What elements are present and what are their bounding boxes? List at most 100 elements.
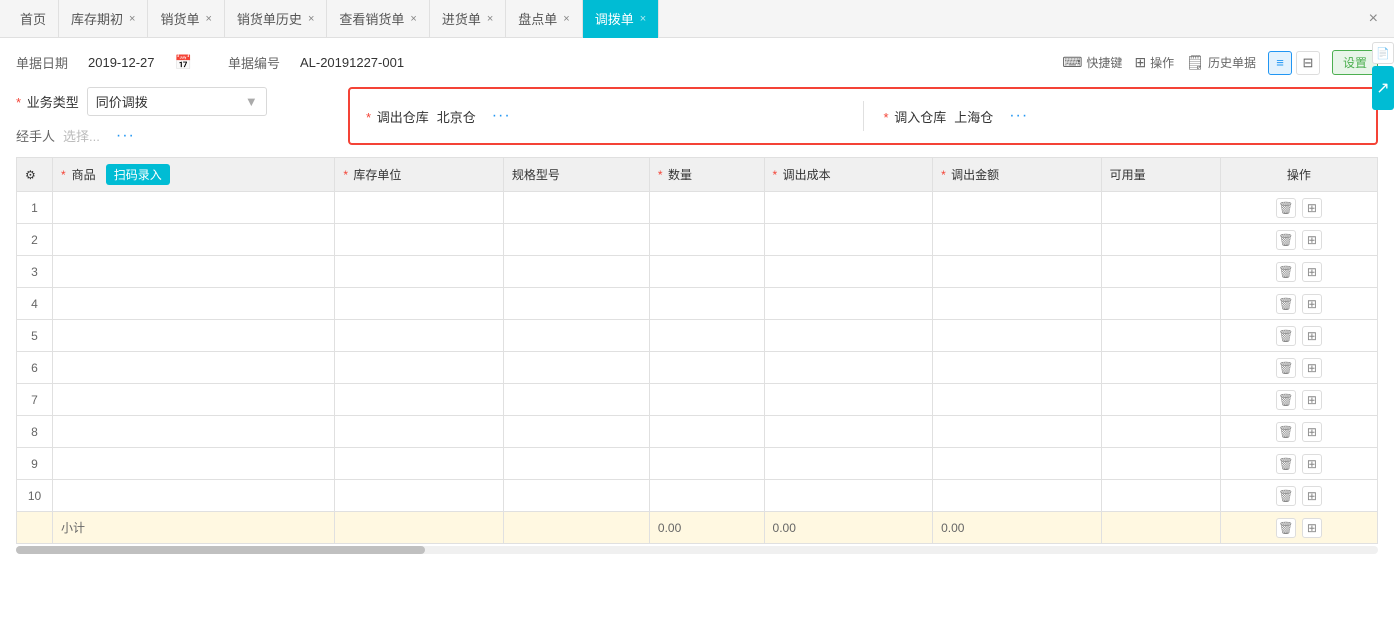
tab-stocktake[interactable]: 盘点单 ×	[506, 0, 582, 38]
tab-view-sales[interactable]: 查看销货单 ×	[327, 0, 429, 38]
row-2-amount[interactable]	[933, 224, 1102, 256]
row-4-amount[interactable]	[933, 288, 1102, 320]
row-7-spec[interactable]	[503, 384, 649, 416]
row-1-delete-btn[interactable]: 🗑	[1276, 198, 1296, 218]
row-6-delete-btn[interactable]: 🗑	[1276, 358, 1296, 378]
row-3-available[interactable]	[1101, 256, 1220, 288]
row-7-delete-btn[interactable]: 🗑	[1276, 390, 1296, 410]
row-3-unit[interactable]	[335, 256, 504, 288]
tab-sales-history-close[interactable]: ×	[308, 13, 314, 25]
tab-stocktake-close[interactable]: ×	[563, 13, 569, 25]
row-8-available[interactable]	[1101, 416, 1220, 448]
row-8-unit[interactable]	[335, 416, 504, 448]
subtotal-copy-btn[interactable]: ⊞	[1302, 518, 1322, 538]
tab-inventory-init[interactable]: 库存期初 ×	[59, 0, 148, 38]
row-3-delete-btn[interactable]: 🗑	[1276, 262, 1296, 282]
operator-more-btn[interactable]: ···	[116, 127, 135, 145]
row-3-product[interactable]	[53, 256, 335, 288]
tab-home[interactable]: 首页	[8, 0, 59, 38]
row-7-unit[interactable]	[335, 384, 504, 416]
row-5-product[interactable]	[53, 320, 335, 352]
tab-purchase-order[interactable]: 进货单 ×	[430, 0, 506, 38]
row-9-unit[interactable]	[335, 448, 504, 480]
row-10-unit[interactable]	[335, 480, 504, 512]
row-10-product[interactable]	[53, 480, 335, 512]
business-type-select[interactable]: 同价调拨 ▼	[87, 87, 267, 116]
row-5-spec[interactable]	[503, 320, 649, 352]
row-6-quantity[interactable]	[649, 352, 764, 384]
row-5-amount[interactable]	[933, 320, 1102, 352]
row-3-copy-btn[interactable]: ⊞	[1302, 262, 1322, 282]
row-6-available[interactable]	[1101, 352, 1220, 384]
th-gear[interactable]: ⚙	[17, 158, 53, 192]
row-1-product[interactable]	[53, 192, 335, 224]
row-10-spec[interactable]	[503, 480, 649, 512]
row-8-delete-btn[interactable]: 🗑	[1276, 422, 1296, 442]
row-4-unit[interactable]	[335, 288, 504, 320]
row-6-spec[interactable]	[503, 352, 649, 384]
scan-button[interactable]: 扫码录入	[106, 164, 170, 185]
row-7-available[interactable]	[1101, 384, 1220, 416]
row-9-product[interactable]	[53, 448, 335, 480]
row-8-amount[interactable]	[933, 416, 1102, 448]
row-1-copy-btn[interactable]: ⊞	[1302, 198, 1322, 218]
row-2-delete-btn[interactable]: 🗑	[1276, 230, 1296, 250]
tab-transfer[interactable]: 调拨单 ×	[583, 0, 659, 38]
global-close-button[interactable]: ×	[1361, 10, 1386, 28]
row-1-unit[interactable]	[335, 192, 504, 224]
grid-view-icon[interactable]: ⊟	[1296, 51, 1320, 75]
row-2-product[interactable]	[53, 224, 335, 256]
row-7-amount[interactable]	[933, 384, 1102, 416]
bottom-scrollbar[interactable]	[16, 546, 1378, 554]
row-1-available[interactable]	[1101, 192, 1220, 224]
row-10-available[interactable]	[1101, 480, 1220, 512]
row-2-spec[interactable]	[503, 224, 649, 256]
row-6-copy-btn[interactable]: ⊞	[1302, 358, 1322, 378]
tab-sales-order[interactable]: 销货单 ×	[148, 0, 224, 38]
row-1-quantity[interactable]	[649, 192, 764, 224]
row-7-quantity[interactable]	[649, 384, 764, 416]
row-4-quantity[interactable]	[649, 288, 764, 320]
row-10-amount[interactable]	[933, 480, 1102, 512]
row-3-cost[interactable]	[764, 256, 933, 288]
row-5-available[interactable]	[1101, 320, 1220, 352]
row-4-spec[interactable]	[503, 288, 649, 320]
row-9-quantity[interactable]	[649, 448, 764, 480]
operator-input[interactable]: 选择...	[63, 126, 100, 145]
row-2-cost[interactable]	[764, 224, 933, 256]
row-9-spec[interactable]	[503, 448, 649, 480]
row-8-spec[interactable]	[503, 416, 649, 448]
tab-sales-history[interactable]: 销货单历史 ×	[225, 0, 327, 38]
row-2-available[interactable]	[1101, 224, 1220, 256]
subtotal-delete-btn[interactable]: 🗑	[1276, 518, 1296, 538]
tab-sales-order-close[interactable]: ×	[205, 13, 211, 25]
row-6-amount[interactable]	[933, 352, 1102, 384]
row-3-amount[interactable]	[933, 256, 1102, 288]
row-9-amount[interactable]	[933, 448, 1102, 480]
tab-inventory-init-close[interactable]: ×	[129, 13, 135, 25]
row-8-quantity[interactable]	[649, 416, 764, 448]
row-4-available[interactable]	[1101, 288, 1220, 320]
row-9-copy-btn[interactable]: ⊞	[1302, 454, 1322, 474]
row-5-cost[interactable]	[764, 320, 933, 352]
row-5-quantity[interactable]	[649, 320, 764, 352]
row-5-delete-btn[interactable]: 🗑	[1276, 326, 1296, 346]
row-7-cost[interactable]	[764, 384, 933, 416]
sidebar-expand-btn[interactable]: ↗	[1372, 66, 1394, 110]
row-10-quantity[interactable]	[649, 480, 764, 512]
row-7-copy-btn[interactable]: ⊞	[1302, 390, 1322, 410]
shortcuts-btn[interactable]: ⌨ 快捷键	[1062, 54, 1122, 71]
history-btn[interactable]: 🗒 历史单据	[1186, 54, 1256, 71]
date-picker-icon[interactable]: 📅	[175, 54, 192, 71]
row-6-cost[interactable]	[764, 352, 933, 384]
row-8-cost[interactable]	[764, 416, 933, 448]
source-warehouse-more-btn[interactable]: ···	[492, 107, 511, 125]
row-1-spec[interactable]	[503, 192, 649, 224]
row-3-spec[interactable]	[503, 256, 649, 288]
sidebar-doc-btn[interactable]: 📄	[1372, 42, 1394, 64]
list-view-icon[interactable]: ≡	[1268, 51, 1292, 75]
row-1-amount[interactable]	[933, 192, 1102, 224]
row-5-unit[interactable]	[335, 320, 504, 352]
row-4-copy-btn[interactable]: ⊞	[1302, 294, 1322, 314]
tab-view-sales-close[interactable]: ×	[410, 13, 416, 25]
